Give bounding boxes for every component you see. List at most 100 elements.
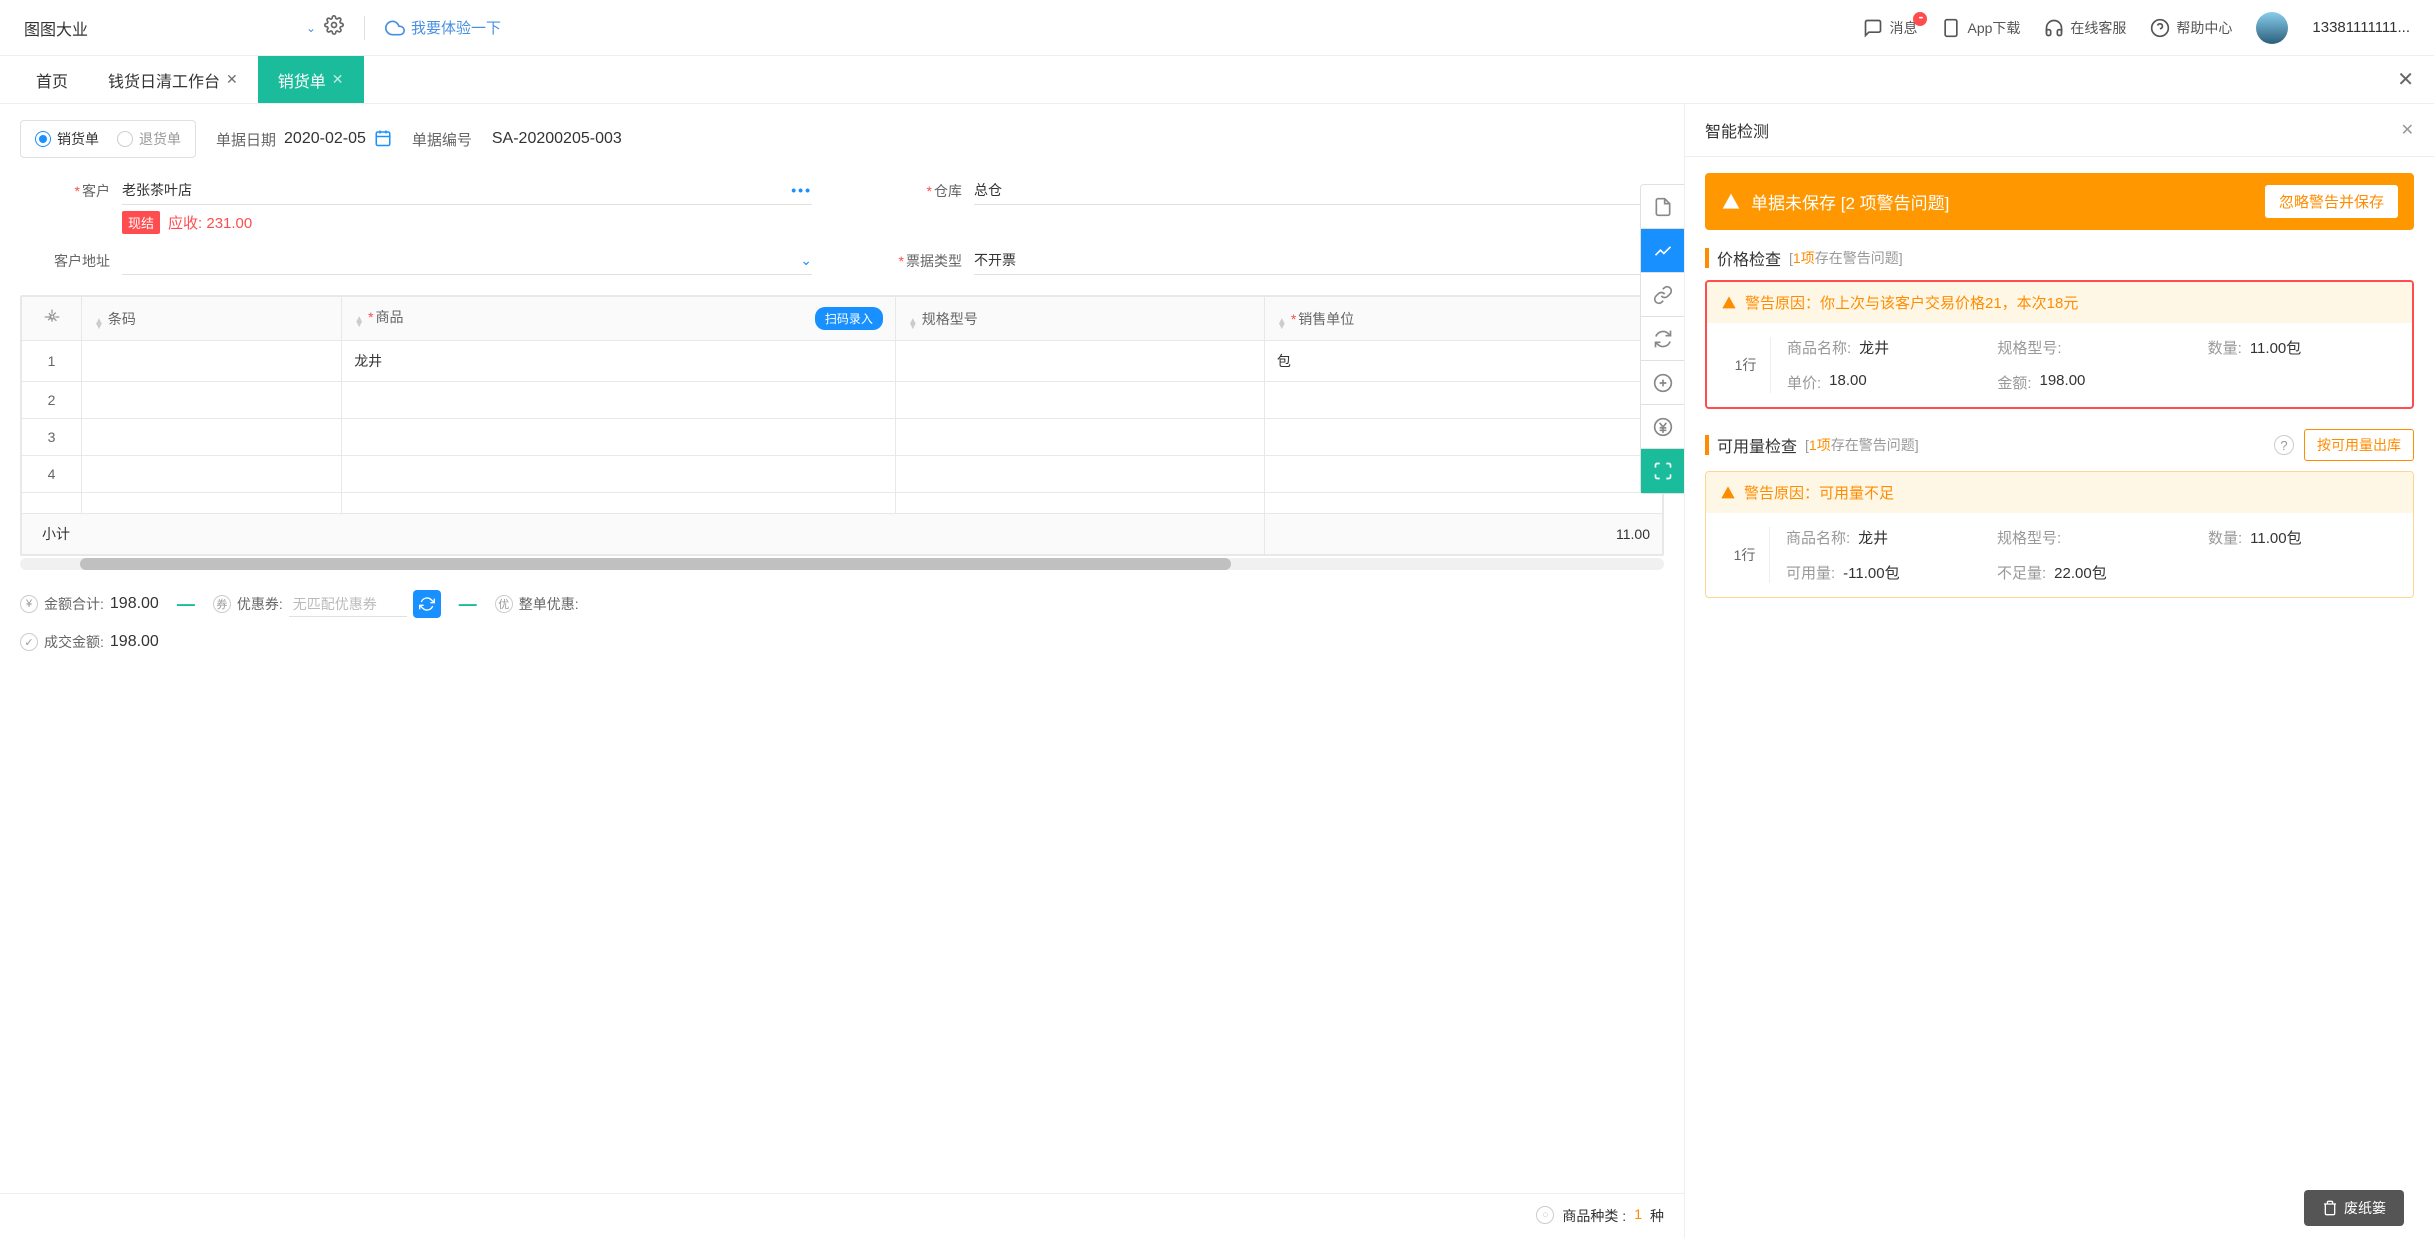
gear-icon[interactable] (324, 15, 344, 40)
rail-expand-icon[interactable] (1641, 449, 1684, 493)
calendar-icon[interactable] (374, 129, 392, 150)
cell-unit[interactable] (1264, 419, 1662, 456)
tab-sales-order[interactable]: 销货单✕ (258, 56, 364, 103)
col-barcode[interactable]: ▲▼条码 (82, 297, 342, 341)
warehouse-input[interactable]: 总仓 (974, 176, 1664, 205)
trial-link[interactable]: 我要体验一下 (385, 17, 501, 38)
sort-icon: ▲▼ (1277, 319, 1287, 329)
trash-button[interactable]: 废纸篓 (2304, 1190, 2404, 1226)
invoice-type-field: *票据类型 不开票 (872, 246, 1664, 275)
customer-addr-input[interactable]: ⌄ (122, 247, 812, 275)
form-grid: *客户 老张茶叶店 ••• *仓库 总仓 现结 应收: 231.00 客户地址 (20, 176, 1664, 275)
col-unit[interactable]: ▲▼*销售单位 (1264, 297, 1662, 341)
tab-workbench[interactable]: 钱货日清工作台✕ (88, 56, 258, 103)
order-discount-field: 优 整单优惠: (495, 594, 579, 614)
app-download-link[interactable]: App下载 (1941, 18, 2020, 38)
cell-barcode[interactable] (82, 419, 342, 456)
coupon-field: 券 优惠券: 无匹配优惠券 (213, 590, 441, 618)
help-center-link[interactable]: 帮助中心 (2150, 18, 2232, 38)
cell-barcode[interactable] (82, 341, 342, 382)
invoice-type-label: *票据类型 (872, 251, 962, 271)
warehouse-field: *仓库 总仓 (872, 176, 1664, 205)
close-icon[interactable]: ✕ (332, 71, 344, 88)
radio-return[interactable]: 退货单 (117, 129, 181, 149)
row-number: 1行 (1720, 527, 1770, 583)
cell-barcode[interactable] (82, 493, 342, 514)
doc-date-label: 单据日期 (216, 129, 276, 150)
cell-barcode[interactable] (82, 382, 342, 419)
stock-check-title: 可用量检查 (1717, 433, 1797, 457)
org-selector[interactable]: 图图大业 ⌄ (24, 16, 324, 40)
cell-unit[interactable] (1264, 493, 1662, 514)
info-icon: ○ (1536, 1206, 1554, 1224)
col-spec[interactable]: ▲▼规格型号 (895, 297, 1264, 341)
close-all-tabs-icon[interactable]: ✕ (2377, 67, 2434, 92)
close-icon[interactable]: ✕ (2401, 120, 2414, 140)
customer-label: *客户 (20, 181, 110, 201)
radio-sales[interactable]: 销货单 (35, 129, 99, 149)
cell-product[interactable] (342, 456, 896, 493)
table-row[interactable]: 2 (22, 382, 1663, 419)
table-row[interactable] (22, 493, 1663, 514)
coupon-input[interactable]: 无匹配优惠券 (289, 592, 407, 617)
col-product[interactable]: ▲▼*商品扫码录入 (342, 297, 896, 341)
goods-kind-suffix: 种 (1650, 1206, 1664, 1226)
detail-amount: 金额:198.00 (1997, 372, 2187, 393)
horizontal-scrollbar[interactable] (20, 558, 1664, 570)
rail-yen-icon[interactable] (1641, 405, 1684, 449)
warning-icon (1720, 485, 1736, 501)
stock-out-button[interactable]: 按可用量出库 (2304, 429, 2414, 461)
more-icon[interactable]: ••• (791, 182, 812, 198)
left-pane: 销货单 退货单 单据日期 2020-02-05 单据编号 SA-20200205… (0, 104, 1684, 1238)
scan-button[interactable]: 扫码录入 (815, 307, 883, 330)
avatar[interactable] (2256, 12, 2288, 44)
chevron-down-icon: ⌄ (306, 21, 316, 35)
cell-spec[interactable] (895, 382, 1264, 419)
cell-spec[interactable] (895, 419, 1264, 456)
cell-unit[interactable] (1264, 382, 1662, 419)
close-icon[interactable]: ✕ (226, 71, 238, 88)
rail-chart-icon[interactable] (1641, 229, 1684, 273)
stock-warning-detail: 1行 商品名称:龙井 规格型号: 数量:11.00包 可用量:-11.00包 不… (1706, 513, 2413, 597)
rail-link-icon[interactable] (1641, 273, 1684, 317)
messages-link[interactable]: 消息 (1863, 18, 1917, 38)
customer-input[interactable]: 老张茶叶店 ••• (122, 176, 812, 205)
items-table: ▲▼条码 ▲▼*商品扫码录入 ▲▼规格型号 ▲▼*销售单位 1龙井包 2 3 4… (21, 296, 1663, 555)
cell-spec[interactable] (895, 456, 1264, 493)
cell-product[interactable] (342, 382, 896, 419)
stock-warning-reason: 警告原因：可用量不足 (1706, 472, 2413, 513)
detail-qty: 数量:11.00包 (2208, 527, 2399, 548)
table-row[interactable]: 3 (22, 419, 1663, 456)
customer-addr-field: 客户地址 ⌄ (20, 246, 812, 275)
cell-spec[interactable] (895, 493, 1264, 514)
help-icon[interactable]: ? (2274, 435, 2294, 455)
doc-date-value[interactable]: 2020-02-05 (284, 130, 366, 148)
refresh-button[interactable] (413, 590, 441, 618)
cell-unit[interactable] (1264, 456, 1662, 493)
cell-barcode[interactable] (82, 456, 342, 493)
detail-available: 可用量:-11.00包 (1786, 562, 1977, 583)
rail-refresh-icon[interactable] (1641, 317, 1684, 361)
rail-user-icon[interactable] (1641, 361, 1684, 405)
table-row[interactable]: 4 (22, 456, 1663, 493)
rail-doc-icon[interactable] (1641, 185, 1684, 229)
cell-spec[interactable] (895, 341, 1264, 382)
col-settings[interactable] (22, 297, 82, 341)
order-type-radio-group: 销货单 退货单 (20, 120, 196, 158)
radio-return-label: 退货单 (139, 129, 181, 149)
detail-qty: 数量:11.00包 (2208, 337, 2398, 358)
cell-product[interactable] (342, 419, 896, 456)
online-service-link[interactable]: 在线客服 (2044, 18, 2126, 38)
cell-product[interactable]: 龙井 (342, 341, 896, 382)
cell-unit[interactable]: 包 (1264, 341, 1662, 382)
totals-row: ¥ 金额合计: 198.00 — 券 优惠券: 无匹配优惠券 — 优 整单优惠: (20, 590, 1664, 618)
tab-home[interactable]: 首页 (16, 56, 88, 103)
panel-body: 单据未保存 [2 项警告问题] 忽略警告并保存 价格检查 [1项存在警告问题] … (1685, 157, 2434, 1238)
tab-home-label: 首页 (36, 68, 68, 92)
cell-product[interactable] (342, 493, 896, 514)
warning-icon (1721, 295, 1737, 311)
deal-amount-label: 成交金额: (44, 632, 104, 652)
ignore-save-button[interactable]: 忽略警告并保存 (2265, 185, 2398, 218)
invoice-type-input[interactable]: 不开票 (974, 246, 1664, 275)
table-row[interactable]: 1龙井包 (22, 341, 1663, 382)
